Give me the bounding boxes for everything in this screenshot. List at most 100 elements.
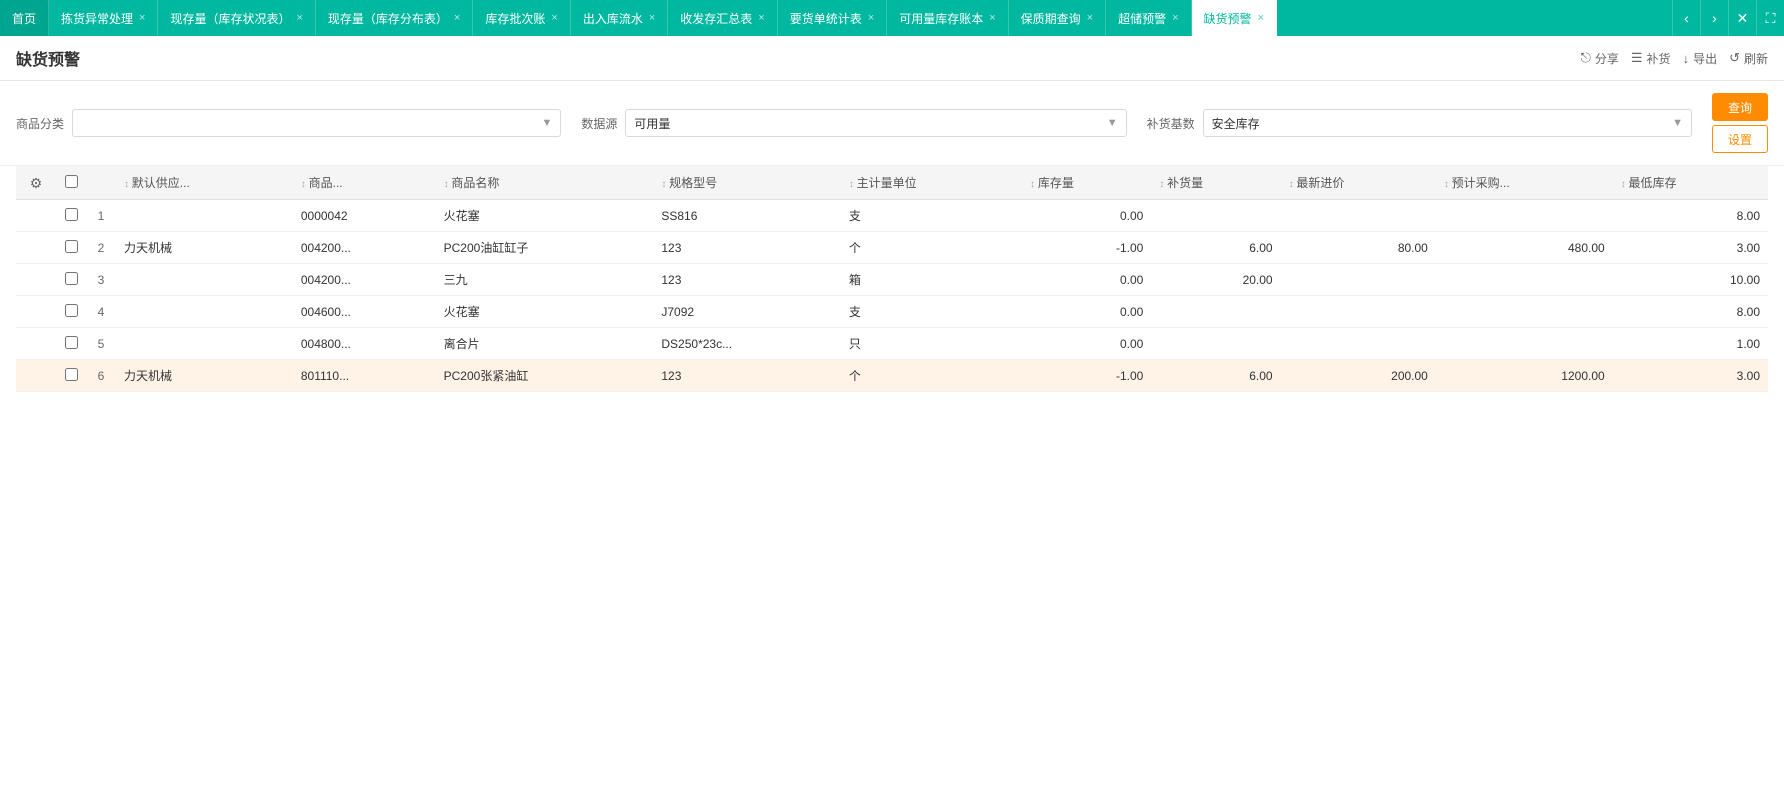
row-stock: -1.00 — [1022, 232, 1151, 264]
row-supplier — [116, 328, 293, 360]
row-unit: 支 — [841, 200, 1022, 232]
settings-button[interactable]: 设置 — [1712, 125, 1768, 153]
row-settings-cell — [16, 264, 56, 296]
tab-available-ledger-label: 可用量库存账本 — [899, 10, 983, 27]
row-stock: 0.00 — [1022, 296, 1151, 328]
tab-in-out-flow-close[interactable]: × — [649, 12, 655, 24]
row-latest-price — [1281, 296, 1436, 328]
row-product-name: 火花塞 — [436, 200, 654, 232]
col-checkbox-header — [56, 166, 86, 200]
col-est-purchase-header[interactable]: 预计采购... — [1436, 166, 1613, 200]
tab-expiry-query-label: 保质期查询 — [1021, 10, 1081, 27]
tab-order-stats[interactable]: 要货单统计表 × — [778, 0, 887, 36]
row-unit: 支 — [841, 296, 1022, 328]
nav-close-button[interactable]: ✕ — [1728, 0, 1756, 36]
refresh-button[interactable]: ↺ 刷新 — [1729, 50, 1768, 67]
tab-shortage[interactable]: 缺货预警 × — [1192, 0, 1277, 36]
category-label: 商品分类 — [16, 115, 64, 132]
row-unit: 个 — [841, 360, 1022, 392]
tab-in-out-flow[interactable]: 出入库流水 × — [571, 0, 668, 36]
tab-expiry-query-close[interactable]: × — [1087, 12, 1093, 24]
table-header-row: ⚙ 默认供应... 商品... 商品名称 — [16, 166, 1768, 200]
tab-inventory-status[interactable]: 现存量（库存状况表） × — [158, 0, 315, 36]
row-stock: -1.00 — [1022, 360, 1151, 392]
row-settings-cell — [16, 200, 56, 232]
tab-batch-account-close[interactable]: × — [551, 12, 557, 24]
select-all-checkbox[interactable] — [65, 175, 78, 188]
tab-pick-exception-close[interactable]: × — [139, 12, 145, 24]
col-stock-header[interactable]: 库存量 — [1022, 166, 1151, 200]
col-latest-price-header[interactable]: 最新进价 — [1281, 166, 1436, 200]
tab-pick-exception[interactable]: 拣货异常处理 × — [49, 0, 158, 36]
col-supplier-header[interactable]: 默认供应... — [116, 166, 293, 200]
gear-icon[interactable]: ⚙ — [28, 175, 44, 191]
tab-shortage-close[interactable]: × — [1258, 12, 1264, 24]
row-min-stock: 3.00 — [1613, 232, 1768, 264]
row-replenish-qty — [1151, 296, 1280, 328]
col-spec-header[interactable]: 规格型号 — [653, 166, 841, 200]
row-checkbox[interactable] — [65, 304, 78, 317]
row-est-purchase: 480.00 — [1436, 232, 1613, 264]
row-latest-price — [1281, 328, 1436, 360]
tab-inventory-dist[interactable]: 现存量（库存分布表） × — [316, 0, 473, 36]
row-checkbox[interactable] — [65, 240, 78, 253]
row-product-code: 004600... — [293, 296, 436, 328]
table-body: 1 0000042 火花塞 SS816 支 0.00 8.00 2 力天机械 0… — [16, 200, 1768, 392]
tab-overstock-close[interactable]: × — [1172, 12, 1178, 24]
tab-batch-account-label: 库存批次账 — [485, 10, 545, 27]
row-checkbox-cell — [56, 232, 86, 264]
row-product-code: 004200... — [293, 264, 436, 296]
share-button[interactable]: ⎋ 分享 — [1581, 50, 1619, 67]
row-unit: 只 — [841, 328, 1022, 360]
row-number: 1 — [86, 200, 116, 232]
row-checkbox[interactable] — [65, 208, 78, 221]
row-product-name: PC200油缸缸子 — [436, 232, 654, 264]
row-number: 5 — [86, 328, 116, 360]
row-stock: 0.00 — [1022, 328, 1151, 360]
col-min-stock-header[interactable]: 最低库存 — [1613, 166, 1768, 200]
tab-inventory-dist-close[interactable]: × — [454, 12, 460, 24]
row-supplier — [116, 296, 293, 328]
tab-recv-summary-close[interactable]: × — [758, 12, 764, 24]
row-checkbox[interactable] — [65, 272, 78, 285]
row-est-purchase — [1436, 200, 1613, 232]
tab-recv-summary[interactable]: 收发存汇总表 × — [668, 0, 777, 36]
category-select[interactable]: ▼ — [72, 109, 561, 137]
export-label: 导出 — [1693, 50, 1717, 67]
row-product-name: 三九 — [436, 264, 654, 296]
row-unit: 个 — [841, 232, 1022, 264]
col-replenish-qty-header[interactable]: 补货量 — [1151, 166, 1280, 200]
row-replenish-qty — [1151, 200, 1280, 232]
col-product-code-header[interactable]: 商品... — [293, 166, 436, 200]
nav-next-button[interactable]: › — [1700, 0, 1728, 36]
col-product-name-header[interactable]: 商品名称 — [436, 166, 654, 200]
query-button[interactable]: 查询 — [1712, 93, 1768, 121]
row-checkbox[interactable] — [65, 336, 78, 349]
row-number: 3 — [86, 264, 116, 296]
tab-overstock[interactable]: 超储预警 × — [1106, 0, 1191, 36]
tab-home[interactable]: 首页 — [0, 0, 49, 36]
tab-available-ledger[interactable]: 可用量库存账本 × — [887, 0, 1008, 36]
tab-expiry-query[interactable]: 保质期查询 × — [1009, 0, 1106, 36]
tab-inventory-status-close[interactable]: × — [296, 12, 302, 24]
datasource-select[interactable]: 可用量 ▼ — [625, 109, 1126, 137]
tab-order-stats-close[interactable]: × — [868, 12, 874, 24]
export-icon: ↓ — [1683, 51, 1690, 66]
row-latest-price — [1281, 264, 1436, 296]
replenish-base-select[interactable]: 安全库存 ▼ — [1203, 109, 1692, 137]
nav-fullscreen-button[interactable]: ⛶ — [1756, 0, 1784, 36]
tab-order-stats-label: 要货单统计表 — [790, 10, 862, 27]
header-actions: ⎋ 分享 ☰ 补货 ↓ 导出 ↺ 刷新 — [1581, 50, 1768, 67]
row-replenish-qty: 20.00 — [1151, 264, 1280, 296]
col-unit-header[interactable]: 主计量单位 — [841, 166, 1022, 200]
table-wrapper: ⚙ 默认供应... 商品... 商品名称 — [0, 166, 1784, 392]
replenish-button[interactable]: ☰ 补货 — [1631, 50, 1671, 67]
tab-available-ledger-close[interactable]: × — [989, 12, 995, 24]
tab-batch-account[interactable]: 库存批次账 × — [473, 0, 570, 36]
nav-prev-button[interactable]: ‹ — [1672, 0, 1700, 36]
refresh-label: 刷新 — [1744, 50, 1768, 67]
row-checkbox[interactable] — [65, 368, 78, 381]
export-button[interactable]: ↓ 导出 — [1683, 50, 1718, 67]
row-product-name: 离合片 — [436, 328, 654, 360]
row-settings-cell — [16, 328, 56, 360]
